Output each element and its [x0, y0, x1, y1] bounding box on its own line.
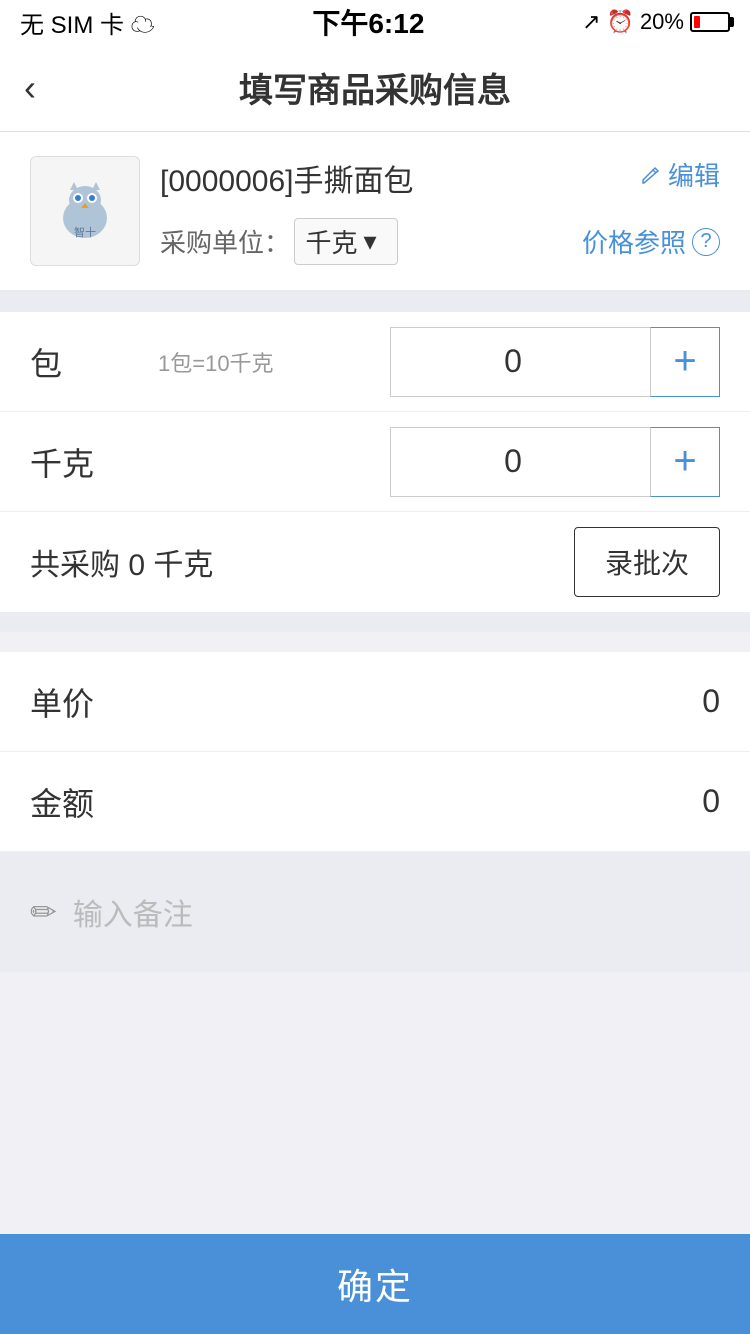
kg-quantity-input[interactable]: [390, 427, 650, 497]
page-title: 填写商品采购信息: [239, 63, 511, 112]
kg-input-row: 千克 +: [0, 412, 750, 512]
amount-value: 0: [702, 783, 720, 820]
product-header: [0000006]手撕面包 编辑: [160, 156, 720, 200]
chevron-down-icon: ▾: [363, 226, 376, 257]
edit-icon: [640, 164, 662, 186]
bottom-spacer: [0, 972, 750, 1092]
bag-input-controls: +: [274, 327, 720, 397]
product-unit-row: 采购单位： 千克 ▾ 价格参照 ?: [160, 218, 720, 265]
bag-sub-label: 1包=10千克: [158, 346, 274, 378]
status-right: ↗ ⏰ 20%: [582, 9, 730, 35]
input-section: 包 1包=10千克 + 千克 + 共采购 0 千克 录批次: [0, 312, 750, 612]
svg-text:智十: 智十: [74, 225, 96, 239]
alarm-icon: ⏰: [607, 9, 634, 35]
unit-price-row: 单价 0: [0, 652, 750, 752]
amount-label: 金额: [30, 779, 94, 825]
status-left: 无 SIM 卡 ☁: [20, 5, 155, 40]
price-reference-button[interactable]: 价格参照 ?: [582, 223, 720, 260]
product-name: [0000006]手撕面包: [160, 156, 413, 200]
nav-bar: ‹ 填写商品采购信息: [0, 44, 750, 132]
amount-row: 金额 0: [0, 752, 750, 852]
help-icon: ?: [692, 228, 720, 256]
unit-prefix-label: 采购单位：: [160, 228, 290, 258]
product-card: 智十 [0000006]手撕面包 编辑 采购单位： 千克 ▾: [0, 132, 750, 292]
product-logo: 智十: [50, 176, 120, 246]
price-section: 单价 0 金额 0: [0, 652, 750, 852]
bag-plus-button[interactable]: +: [650, 327, 720, 397]
unit-select-control[interactable]: 千克 ▾: [294, 218, 397, 265]
pencil-icon: ✏: [30, 893, 57, 931]
bag-input-row: 包 1包=10千克 +: [0, 312, 750, 412]
remark-placeholder: 输入备注: [73, 890, 193, 934]
record-batch-button[interactable]: 录批次: [574, 527, 720, 597]
product-info: [0000006]手撕面包 编辑 采购单位： 千克 ▾ 价格参照 ?: [160, 156, 720, 265]
remark-section[interactable]: ✏ 输入备注: [0, 852, 750, 972]
status-bar: 无 SIM 卡 ☁ 下午6:12 ↗ ⏰ 20%: [0, 0, 750, 44]
total-purchase-text: 共采购 0 千克: [30, 540, 213, 584]
section-divider-2: [0, 612, 750, 632]
summary-row: 共采购 0 千克 录批次: [0, 512, 750, 612]
unit-price-value: 0: [702, 683, 720, 720]
kg-plus-button[interactable]: +: [650, 427, 720, 497]
bag-quantity-input[interactable]: [390, 327, 650, 397]
kg-input-controls: +: [150, 427, 720, 497]
unit-selector[interactable]: 采购单位： 千克 ▾: [160, 218, 398, 265]
battery-percent: 20%: [640, 9, 684, 35]
confirm-button[interactable]: 确定: [0, 1234, 750, 1334]
bag-label: 包: [30, 339, 150, 385]
product-thumbnail: 智十: [30, 156, 140, 266]
navigation-icon: ↗: [582, 9, 600, 35]
battery-icon: [690, 12, 730, 32]
status-time: 下午6:12: [312, 2, 424, 42]
section-divider-1: [0, 292, 750, 312]
edit-button[interactable]: 编辑: [640, 156, 720, 193]
back-button[interactable]: ‹: [24, 67, 36, 109]
unit-price-label: 单价: [30, 679, 94, 725]
kg-label: 千克: [30, 439, 150, 485]
